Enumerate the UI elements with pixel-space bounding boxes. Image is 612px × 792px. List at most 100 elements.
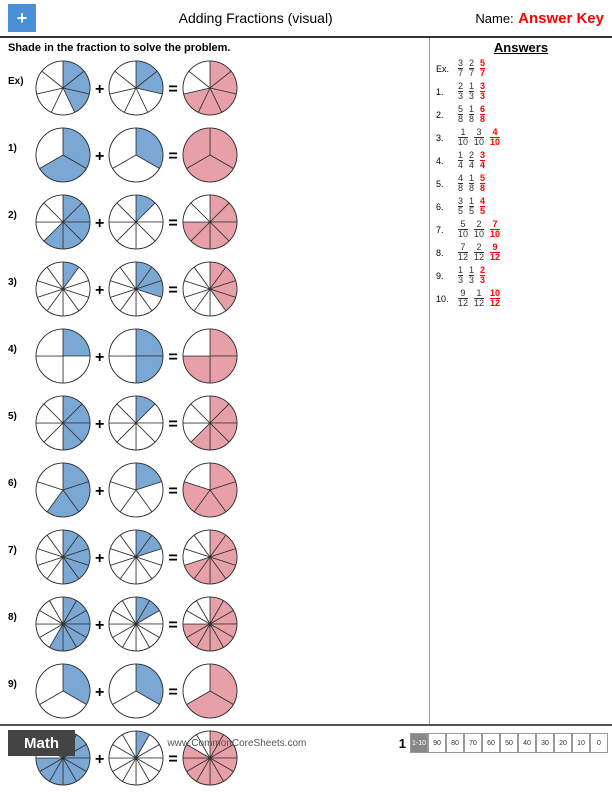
problem-row: Ex)+= (8, 58, 421, 122)
denominator: 5 (458, 206, 463, 216)
answers-title: Answers (436, 40, 606, 55)
fraction: 912 (490, 243, 500, 262)
fraction: 710 (490, 220, 500, 239)
numerator: 7 (493, 220, 498, 229)
plus-sign: + (95, 349, 104, 367)
numerator: 10 (490, 289, 500, 298)
score-box: 20 (554, 733, 572, 753)
numerator: 5 (458, 105, 463, 114)
fraction: 23 (480, 266, 485, 285)
addend1-circle (34, 260, 92, 323)
numerator: 1 (469, 105, 474, 114)
denominator: 7 (469, 68, 474, 78)
score-box: 90 (428, 733, 446, 753)
problem-label: 5) (8, 393, 34, 422)
numerator: 1 (469, 266, 474, 275)
problem-label: 8) (8, 594, 34, 623)
denominator: 12 (490, 252, 500, 262)
footer-url: www.CommonCoreSheets.com (75, 738, 399, 749)
addend2-circle (107, 662, 165, 725)
problem-row: 8)+= (8, 594, 421, 658)
numerator: 1 (461, 128, 466, 137)
fraction: 510 (458, 220, 468, 239)
score-box: 30 (536, 733, 554, 753)
plus-sign: + (95, 215, 104, 233)
denominator: 3 (469, 275, 474, 285)
addend2-circle (107, 193, 165, 256)
addend1-circle (34, 461, 92, 524)
problem-row: 7)+= (8, 527, 421, 591)
numerator: 2 (477, 243, 482, 252)
numerator: 1 (458, 266, 463, 275)
plus-sign: + (95, 617, 104, 635)
fraction: 14 (458, 151, 463, 170)
fraction: 15 (469, 197, 474, 216)
numerator: 3 (458, 197, 463, 206)
denominator: 3 (458, 91, 463, 101)
denominator: 8 (458, 183, 463, 193)
answer-row: 10.9121121012 (436, 289, 606, 308)
denominator: 12 (490, 298, 500, 308)
denominator: 4 (469, 160, 474, 170)
answer-key-label: Answer Key (518, 10, 604, 27)
numerator: 3 (480, 151, 485, 160)
addend2-circle (107, 528, 165, 591)
score-box: 0 (590, 733, 608, 753)
result-circle (181, 260, 239, 323)
answer-row-label: 1. (436, 87, 458, 97)
fraction: 57 (480, 59, 485, 78)
result-circle (181, 595, 239, 658)
addend1-circle (34, 595, 92, 658)
denominator: 8 (458, 114, 463, 124)
addend2-circle (107, 126, 165, 189)
addend2-circle (107, 260, 165, 323)
fraction: 18 (469, 105, 474, 124)
equals-sign: = (168, 751, 177, 769)
fraction: 912 (458, 289, 468, 308)
answer-row-label: 3. (436, 133, 458, 143)
denominator: 10 (458, 229, 468, 239)
numerator: 3 (480, 82, 485, 91)
result-circle (181, 327, 239, 390)
score-box: 50 (500, 733, 518, 753)
result-circle (181, 394, 239, 457)
answer-row: 7.510210710 (436, 220, 606, 239)
problem-row: 6)+= (8, 460, 421, 524)
denominator: 7 (458, 68, 463, 78)
score-box: 70 (464, 733, 482, 753)
denominator: 3 (480, 275, 485, 285)
addend2-circle (107, 327, 165, 390)
problem-label: 2) (8, 192, 34, 221)
page-title: Adding Fractions (visual) (36, 10, 475, 26)
answers-container: Ex.3727571.2313332.5818683.1103104104.14… (436, 59, 606, 308)
numerator: 3 (477, 128, 482, 137)
plus-sign: + (95, 416, 104, 434)
answer-row-label: 10. (436, 294, 458, 304)
equals-sign: = (168, 81, 177, 99)
instruction-text: Shade in the fraction to solve the probl… (8, 42, 421, 54)
plus-sign: + (95, 550, 104, 568)
numerator: 2 (480, 266, 485, 275)
fraction: 35 (458, 197, 463, 216)
denominator: 10 (490, 137, 500, 147)
equals-sign: = (168, 416, 177, 434)
numerator: 1 (469, 174, 474, 183)
problem-label: 6) (8, 460, 34, 489)
denominator: 10 (490, 229, 500, 239)
result-circle (181, 193, 239, 256)
fraction: 37 (458, 59, 463, 78)
answer-row: 6.351545 (436, 197, 606, 216)
fraction: 310 (474, 128, 484, 147)
problem-row: 9)+= (8, 661, 421, 725)
problem-label: 4) (8, 326, 34, 355)
plus-sign: + (95, 483, 104, 501)
problem-row: 5) + = (8, 393, 421, 457)
equals-sign: = (168, 349, 177, 367)
numerator: 4 (458, 174, 463, 183)
denominator: 8 (469, 183, 474, 193)
result-circle (181, 59, 239, 122)
addend1-circle (34, 59, 92, 122)
numerator: 2 (469, 151, 474, 160)
result-circle (181, 662, 239, 725)
score-box: 60 (482, 733, 500, 753)
